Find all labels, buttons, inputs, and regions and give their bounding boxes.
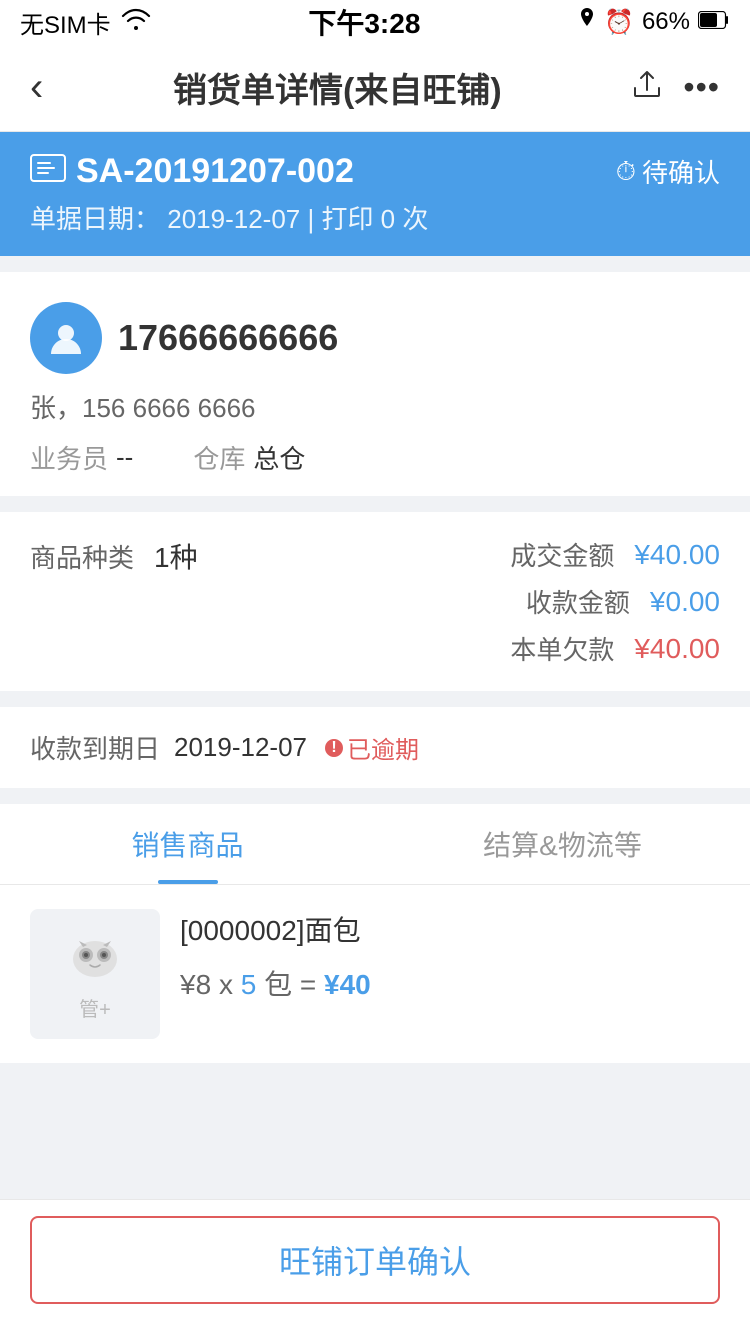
- order-date-row: 单据日期： 2019-12-07 | 打印 0 次: [30, 199, 720, 236]
- bottom-button-container: 旺铺订单确认: [0, 1199, 750, 1334]
- deal-amount-value: ¥40.00: [634, 539, 720, 571]
- nav-bar: ‹ 销货单详情(来自旺铺) •••: [0, 44, 750, 132]
- order-header-row1: SA-20191207-002 ⏱ 待确认: [30, 152, 720, 191]
- tab-underline: [158, 880, 218, 884]
- customer-card: 17666666666 张，156 6666 6666 业务员 -- 仓库 总仓: [0, 272, 750, 496]
- amounts-left: 商品种类 1种: [30, 536, 198, 576]
- carrier-text: 无SIM卡: [20, 5, 111, 40]
- owed-amount-value: ¥40.00: [634, 633, 720, 665]
- product-unit-price: ¥8: [180, 969, 211, 1000]
- tab-bar: 销售商品 结算&物流等: [0, 804, 750, 885]
- battery-text: 66%: [642, 8, 690, 36]
- order-icon: [30, 152, 66, 191]
- salesman-label: 业务员: [30, 439, 108, 476]
- tab-products[interactable]: 销售商品: [0, 804, 375, 884]
- product-unit: 包: [264, 969, 292, 1000]
- product-info: [0000002]面包 ¥8 x 5 包 = ¥40: [180, 909, 720, 1003]
- receipt-amount-row: 收款金额 ¥0.00: [526, 583, 720, 620]
- deal-amount-row: 成交金额 ¥40.00: [510, 536, 720, 573]
- customer-name-phone: 张，156 6666 6666: [30, 388, 720, 425]
- status-bar-right: ⏰ 66%: [578, 8, 730, 37]
- customer-phone[interactable]: 17666666666: [118, 317, 338, 359]
- customer-row1: 17666666666: [30, 302, 720, 374]
- amounts-card: 商品种类 1种 成交金额 ¥40.00 收款金额 ¥0.00 本单欠款 ¥40.…: [0, 512, 750, 691]
- status-bar-time: 下午3:28: [308, 2, 420, 42]
- product-image: 管+: [30, 909, 160, 1039]
- tab-settlement-label: 结算&物流等: [483, 824, 642, 864]
- product-image-inner: 管+: [30, 909, 160, 1039]
- confirm-order-button[interactable]: 旺铺订单确认: [30, 1216, 720, 1304]
- salesman-item: 业务员 --: [30, 439, 133, 476]
- product-multiply: x: [219, 969, 241, 1000]
- warehouse-label: 仓库: [193, 439, 245, 476]
- salesman-value: --: [116, 442, 133, 473]
- product-qty: 5: [241, 969, 257, 1000]
- more-icon[interactable]: •••: [683, 69, 720, 106]
- order-id: SA-20191207-002: [30, 152, 354, 191]
- product-price-row: ¥8 x 5 包 = ¥40: [180, 963, 720, 1003]
- back-button[interactable]: ‹: [30, 65, 43, 110]
- tab-settlement[interactable]: 结算&物流等: [375, 804, 750, 884]
- overdue-text: 已逾期: [347, 730, 419, 765]
- product-type-value: 1种: [154, 536, 198, 576]
- order-status: ⏱ 待确认: [616, 153, 720, 190]
- customer-avatar: [30, 302, 102, 374]
- due-date-label: 收款到期日: [30, 729, 160, 766]
- nav-actions: •••: [631, 68, 720, 107]
- warehouse-item: 仓库 总仓: [193, 439, 305, 476]
- product-equals: =: [300, 969, 324, 1000]
- location-icon: [578, 8, 596, 37]
- customer-meta: 业务员 -- 仓库 总仓: [30, 439, 720, 476]
- product-list: 管+ [0000002]面包 ¥8 x 5 包 = ¥40: [0, 885, 750, 1063]
- status-bar: 无SIM卡 下午3:28 ⏰ 66%: [0, 0, 750, 44]
- overdue-badge: ! 已逾期: [325, 730, 419, 765]
- amounts-right: 成交金额 ¥40.00 收款金额 ¥0.00 本单欠款 ¥40.00: [510, 536, 720, 667]
- owed-amount-row: 本单欠款 ¥40.00: [510, 630, 720, 667]
- owed-amount-label: 本单欠款: [510, 630, 614, 667]
- share-icon[interactable]: [631, 68, 663, 107]
- order-date-label: 单据日期：: [30, 204, 160, 234]
- page-title: 销货单详情(来自旺铺): [43, 63, 631, 112]
- product-type-label: 商品种类: [30, 538, 134, 575]
- status-bar-left: 无SIM卡: [20, 5, 151, 40]
- order-date-value: 2019-12-07: [167, 204, 300, 234]
- clock-icon: ⏱: [616, 156, 636, 188]
- overdue-dot-icon: !: [325, 739, 343, 757]
- alarm-icon: ⏰: [604, 8, 634, 37]
- product-total: ¥40: [324, 969, 371, 1000]
- due-date-value: 2019-12-07: [174, 732, 307, 763]
- receipt-amount-label: 收款金额: [526, 583, 630, 620]
- receipt-amount-value: ¥0.00: [650, 586, 720, 618]
- tab-products-label: 销售商品: [131, 824, 243, 864]
- warehouse-value: 总仓: [253, 439, 305, 476]
- deal-amount-label: 成交金额: [510, 536, 614, 573]
- product-logo-text: 管+: [79, 993, 111, 1022]
- product-name[interactable]: [0000002]面包: [180, 909, 720, 949]
- wifi-icon: [121, 8, 151, 37]
- due-date-card: 收款到期日 2019-12-07 ! 已逾期: [0, 707, 750, 788]
- battery-icon: [698, 8, 730, 36]
- order-header-card: SA-20191207-002 ⏱ 待确认 单据日期： 2019-12-07 |…: [0, 132, 750, 256]
- order-print-info: | 打印 0 次: [307, 204, 428, 234]
